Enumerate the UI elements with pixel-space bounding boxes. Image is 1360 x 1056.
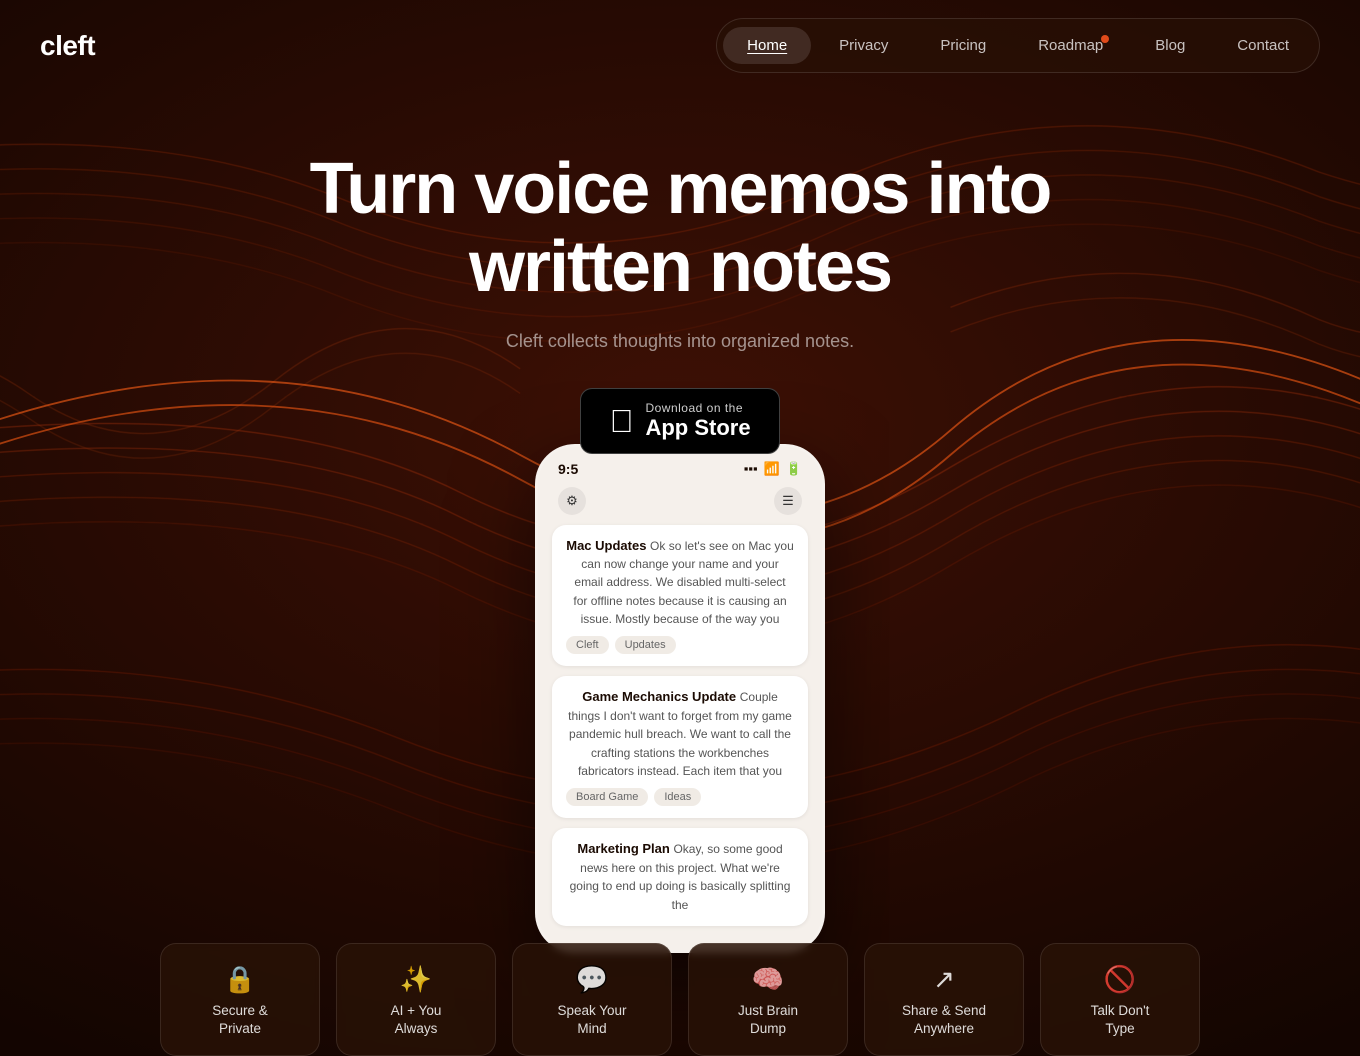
nav-link-privacy[interactable]: Privacy (815, 27, 912, 64)
feature-label-0: Secure & Private (212, 1002, 268, 1037)
phone-mockup: 9:5 ▪▪▪ 📶 🔋 ⚙ ☰ Mac Updates Ok so let's … (535, 444, 825, 953)
feature-label-5: Talk Don't Type (1091, 1002, 1150, 1037)
app-store-line2: App Store (645, 415, 750, 441)
phone-notes-list: Mac Updates Ok so let's see on Mac you c… (538, 525, 822, 950)
feature-card-0: 🔒 Secure & Private (160, 943, 320, 1056)
nav-link-blog[interactable]: Blog (1131, 27, 1209, 64)
tag-cleft: Cleft (566, 636, 609, 654)
feature-card-2: 💬 Speak Your Mind (512, 943, 672, 1056)
feature-icon-4: ↗ (933, 966, 955, 992)
nav-menu: HomePrivacyPricingRoadmapBlogContact (716, 18, 1320, 73)
feature-card-1: ✨ AI + You Always (336, 943, 496, 1056)
feature-label-2: Speak Your Mind (557, 1002, 626, 1037)
app-store-text: Download on the App Store (645, 401, 750, 441)
nav-link-pricing[interactable]: Pricing (916, 27, 1010, 64)
feature-label-1: AI + You Always (391, 1002, 442, 1037)
note-card-0[interactable]: Mac Updates Ok so let's see on Mac you c… (552, 525, 808, 667)
features-row: 🔒 Secure & Private ✨ AI + You Always 💬 Speak … (0, 943, 1360, 1056)
nav-link-roadmap[interactable]: Roadmap (1014, 27, 1127, 64)
feature-card-5: 🚫 Talk Don't Type (1040, 943, 1200, 1056)
feature-icon-3: 🧠 (752, 966, 784, 992)
feature-icon-1: ✨ (400, 966, 432, 992)
note-tags-1: Board Game Ideas (566, 788, 794, 806)
hero-subtitle: Cleft collects thoughts into organized n… (0, 331, 1360, 352)
note-card-1[interactable]: Game Mechanics Update Couple things I do… (552, 676, 808, 818)
note-title-0: Mac Updates (566, 538, 650, 553)
phone-menu-icon[interactable]: ☰ (774, 487, 802, 515)
signal-icon: ▪▪▪ (744, 461, 758, 476)
nav-link-home[interactable]: Home (723, 27, 811, 64)
hero-title: Turn voice memos into written notes (230, 151, 1130, 307)
tag-board-game: Board Game (566, 788, 648, 806)
navigation: cleft HomePrivacyPricingRoadmapBlogConta… (0, 0, 1360, 91)
phone-toolbar: ⚙ ☰ (538, 483, 822, 525)
note-title-1: Game Mechanics Update (582, 689, 740, 704)
nav-dot-indicator (1101, 35, 1109, 43)
note-card-2[interactable]: Marketing Plan Okay, so some good news h… (552, 828, 808, 926)
hero-section: Turn voice memos into written notes Clef… (0, 91, 1360, 953)
note-tags-0: Cleft Updates (566, 636, 794, 654)
tag-updates: Updates (615, 636, 676, 654)
nav-link-contact[interactable]: Contact (1213, 27, 1313, 64)
battery-icon: 🔋 (786, 461, 802, 477)
apple-icon:  (609, 405, 633, 437)
phone-settings-icon[interactable]: ⚙ (558, 487, 586, 515)
wifi-icon: 📶 (764, 461, 780, 477)
feature-icon-2: 💬 (576, 966, 608, 992)
feature-card-4: ↗ Share & Send Anywhere (864, 943, 1024, 1056)
logo: cleft (40, 30, 95, 62)
feature-card-3: 🧠 Just Brain Dump (688, 943, 848, 1056)
note-title-2: Marketing Plan (577, 841, 673, 856)
feature-label-4: Share & Send Anywhere (902, 1002, 986, 1037)
tag-ideas: Ideas (654, 788, 701, 806)
app-store-line1: Download on the (645, 401, 750, 415)
feature-icon-5: 🚫 (1104, 966, 1136, 992)
feature-label-3: Just Brain Dump (738, 1002, 798, 1037)
app-store-button[interactable]:  Download on the App Store (580, 388, 779, 454)
feature-icon-0: 🔒 (224, 966, 256, 992)
phone-status-icons: ▪▪▪ 📶 🔋 (744, 461, 802, 477)
phone-mockup-section: 9:5 ▪▪▪ 📶 🔋 ⚙ ☰ Mac Updates Ok so let's … (0, 444, 1360, 953)
phone-time: 9:5 (558, 461, 578, 477)
